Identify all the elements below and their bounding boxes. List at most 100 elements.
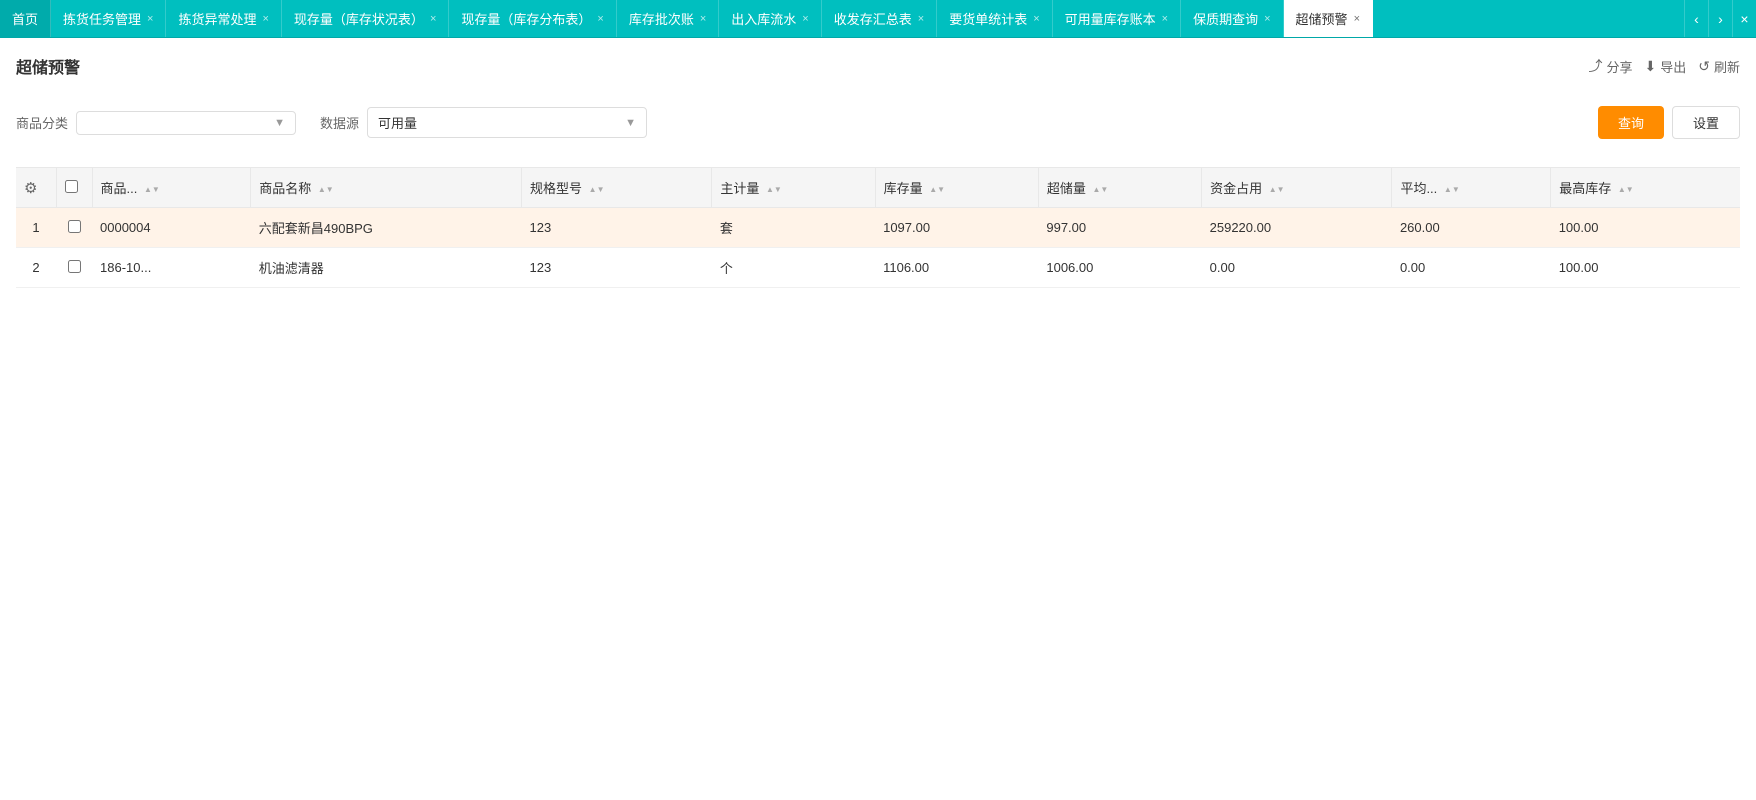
cell-unit: 个 <box>712 248 875 288</box>
row-checkbox[interactable] <box>68 260 81 273</box>
share-button[interactable]: ⤴ 分享 <box>1588 56 1632 76</box>
nav-home[interactable]: 首页 <box>0 0 51 38</box>
page-header: 超储预警 ⤴ 分享 ⬇ 导出 ↺ 刷新 <box>16 54 1740 78</box>
cell-avg: 260.00 <box>1392 208 1551 248</box>
close-icon[interactable]: × <box>802 13 808 25</box>
nav-arrows: ‹ › × <box>1684 0 1756 38</box>
row-checkbox-cell <box>56 208 92 248</box>
data-table: ⚙ 商品... ▲▼ 商品名称 ▲▼ 规格型号 ▲▼ 主计 <box>16 167 1740 288</box>
nav-batch[interactable]: 库存批次账 × <box>617 0 719 38</box>
sort-icon: ▲▼ <box>1444 186 1460 194</box>
refresh-button[interactable]: ↺ 刷新 <box>1698 57 1740 76</box>
nav-next-button[interactable]: › <box>1708 0 1732 38</box>
top-nav: 首页 拣货任务管理 × 拣货异常处理 × 现存量（库存状况表） × 现存量（库存… <box>0 0 1756 38</box>
row-num: 2 <box>16 248 56 288</box>
cell-spec: 123 <box>522 248 712 288</box>
row-checkbox-cell <box>56 248 92 288</box>
close-icon[interactable]: × <box>262 13 268 25</box>
cell-spec: 123 <box>522 208 712 248</box>
th-capital[interactable]: 资金占用 ▲▼ <box>1202 168 1392 208</box>
close-icon[interactable]: × <box>1354 13 1360 25</box>
sort-icon: ▲▼ <box>929 186 945 194</box>
nav-order-stats[interactable]: 要货单统计表 × <box>937 0 1052 38</box>
nav-prev-button[interactable]: ‹ <box>1684 0 1708 38</box>
close-icon[interactable]: × <box>597 13 603 25</box>
datasource-filter-group: 数据源 可用量 ▼ <box>320 107 647 138</box>
share-icon: ⤴ <box>1588 56 1602 76</box>
category-select[interactable]: ▼ <box>76 111 296 135</box>
nav-available-book[interactable]: 可用量库存账本 × <box>1053 0 1181 38</box>
th-overstock[interactable]: 超储量 ▲▼ <box>1038 168 1201 208</box>
export-button[interactable]: ⬇ 导出 <box>1645 57 1687 76</box>
sort-icon: ▲▼ <box>1269 186 1285 194</box>
cell-product-name: 机油滤清器 <box>251 248 522 288</box>
cell-product-name: 六配套新昌490BPG <box>251 208 522 248</box>
gear-icon[interactable]: ⚙ <box>24 180 37 197</box>
th-stock[interactable]: 库存量 ▲▼ <box>875 168 1038 208</box>
th-product-name[interactable]: 商品名称 ▲▼ <box>251 168 522 208</box>
sort-icon: ▲▼ <box>589 186 605 194</box>
nav-inventory-status[interactable]: 现存量（库存状况表） × <box>282 0 449 38</box>
nav-receive-summary[interactable]: 收发存汇总表 × <box>822 0 937 38</box>
datasource-select-value: 可用量 <box>378 113 417 132</box>
cell-unit: 套 <box>712 208 875 248</box>
cell-overstock: 997.00 <box>1038 208 1201 248</box>
header-actions: ⤴ 分享 ⬇ 导出 ↺ 刷新 <box>1588 56 1740 76</box>
th-gear: ⚙ <box>16 168 56 208</box>
category-filter-group: 商品分类 ▼ <box>16 111 296 135</box>
chevron-down-icon: ▼ <box>274 117 285 129</box>
nav-inventory-dist[interactable]: 现存量（库存分布表） × <box>449 0 616 38</box>
refresh-icon: ↺ <box>1698 58 1710 75</box>
cell-max-stock: 100.00 <box>1551 248 1740 288</box>
table-header-row: ⚙ 商品... ▲▼ 商品名称 ▲▼ 规格型号 ▲▼ 主计 <box>16 168 1740 208</box>
cell-product-code: 186-10... <box>92 248 251 288</box>
th-unit[interactable]: 主计量 ▲▼ <box>712 168 875 208</box>
th-product-code[interactable]: 商品... ▲▼ <box>92 168 251 208</box>
table-row: 2 186-10... 机油滤清器 123 个 1106.00 1006.00 … <box>16 248 1740 288</box>
th-avg[interactable]: 平均... ▲▼ <box>1392 168 1551 208</box>
close-icon[interactable]: × <box>700 13 706 25</box>
chevron-down-icon: ▼ <box>625 117 636 129</box>
nav-close-button[interactable]: × <box>1732 0 1756 38</box>
close-icon[interactable]: × <box>918 13 924 25</box>
filter-area: 商品分类 ▼ 数据源 可用量 ▼ 查询 设置 <box>16 94 1740 151</box>
cell-max-stock: 100.00 <box>1551 208 1740 248</box>
nav-overstock-warning[interactable]: 超储预警 × <box>1284 0 1373 38</box>
close-icon[interactable]: × <box>1033 13 1039 25</box>
th-spec[interactable]: 规格型号 ▲▼ <box>522 168 712 208</box>
nav-task-mgmt[interactable]: 拣货任务管理 × <box>51 0 166 38</box>
close-icon[interactable]: × <box>430 13 436 25</box>
query-button[interactable]: 查询 <box>1598 106 1664 139</box>
datasource-select[interactable]: 可用量 ▼ <box>367 107 647 138</box>
cell-capital: 259220.00 <box>1202 208 1392 248</box>
export-icon: ⬇ <box>1645 58 1657 75</box>
th-max-stock[interactable]: 最高库存 ▲▼ <box>1551 168 1740 208</box>
nav-abnormal[interactable]: 拣货异常处理 × <box>166 0 281 38</box>
sort-icon: ▲▼ <box>1618 186 1634 194</box>
table-row: 1 0000004 六配套新昌490BPG 123 套 1097.00 997.… <box>16 208 1740 248</box>
page-title: 超储预警 <box>16 54 80 78</box>
sort-icon: ▲▼ <box>144 186 160 194</box>
filter-actions: 查询 设置 <box>1598 106 1740 139</box>
th-checkbox <box>56 168 92 208</box>
close-icon[interactable]: × <box>1264 13 1270 25</box>
row-num: 1 <box>16 208 56 248</box>
sort-icon: ▲▼ <box>318 186 334 194</box>
select-all-checkbox[interactable] <box>65 180 78 193</box>
cell-overstock: 1006.00 <box>1038 248 1201 288</box>
settings-button[interactable]: 设置 <box>1672 106 1740 139</box>
datasource-label: 数据源 <box>320 113 359 132</box>
cell-stock: 1106.00 <box>875 248 1038 288</box>
page-content: 超储预警 ⤴ 分享 ⬇ 导出 ↺ 刷新 商品分类 ▼ 数据源 <box>0 38 1756 800</box>
cell-product-code: 0000004 <box>92 208 251 248</box>
close-icon[interactable]: × <box>147 13 153 25</box>
close-icon[interactable]: × <box>1162 13 1168 25</box>
sort-icon: ▲▼ <box>766 186 782 194</box>
nav-inout-flow[interactable]: 出入库流水 × <box>719 0 821 38</box>
sort-icon: ▲▼ <box>1093 186 1109 194</box>
cell-capital: 0.00 <box>1202 248 1392 288</box>
category-label: 商品分类 <box>16 113 68 132</box>
cell-avg: 0.00 <box>1392 248 1551 288</box>
row-checkbox[interactable] <box>68 220 81 233</box>
nav-quality-check[interactable]: 保质期查询 × <box>1181 0 1283 38</box>
